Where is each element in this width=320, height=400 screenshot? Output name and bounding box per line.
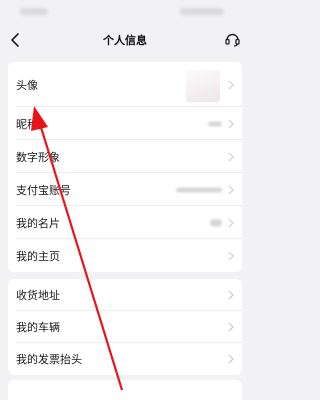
row-label: 收货地址 (16, 289, 60, 302)
row-label: 昵称 (16, 117, 38, 131)
next-card-edge (8, 380, 242, 400)
status-bar (0, 0, 250, 22)
chevron-right-icon (228, 119, 234, 128)
chevron-right-icon (228, 80, 234, 89)
row-my-vehicles[interactable]: 我的车辆 (8, 311, 242, 343)
chevron-right-icon (228, 218, 234, 227)
row-avatar[interactable]: 头像 (8, 62, 242, 107)
row-digital-avatar[interactable]: 数字形象 (8, 140, 242, 173)
chevron-right-icon (228, 354, 234, 364)
status-time-blur (20, 8, 48, 15)
alipay-account-value-blur (176, 187, 222, 192)
business-card-icon-blur (210, 219, 222, 226)
chevron-right-icon (228, 322, 234, 332)
row-invoice-title[interactable]: 我的发票抬头 (8, 343, 242, 375)
row-label: 我的车辆 (16, 321, 60, 334)
chevron-right-icon (228, 152, 234, 161)
chevron-right-icon (228, 251, 234, 260)
row-label: 我的发票抬头 (16, 353, 82, 366)
row-nickname[interactable]: 昵称 (8, 107, 242, 140)
row-label: 头像 (16, 78, 38, 92)
row-business-card[interactable]: 我的名片 (8, 206, 242, 239)
status-icons-blur (180, 8, 224, 15)
row-shipping-address[interactable]: 收货地址 (8, 279, 242, 311)
row-homepage[interactable]: 我的主页 (8, 239, 242, 272)
profile-info-card: 头像 昵称 数字形象 支付宝账号 我的名片 我的主页 (8, 62, 242, 272)
nav-bar: 个人信息 (0, 22, 250, 58)
headset-icon[interactable] (224, 31, 241, 48)
row-alipay-account[interactable]: 支付宝账号 (8, 173, 242, 206)
other-info-card: 收货地址 我的车辆 我的发票抬头 (8, 279, 242, 375)
row-label: 我的名片 (16, 216, 60, 230)
row-label: 支付宝账号 (16, 183, 71, 197)
page-title: 个人信息 (103, 34, 147, 47)
chevron-right-icon (228, 185, 234, 194)
chevron-right-icon (228, 290, 234, 300)
row-label: 数字形象 (16, 150, 60, 164)
nickname-value-blur (208, 121, 222, 126)
avatar (186, 70, 220, 102)
row-label: 我的主页 (16, 249, 60, 263)
